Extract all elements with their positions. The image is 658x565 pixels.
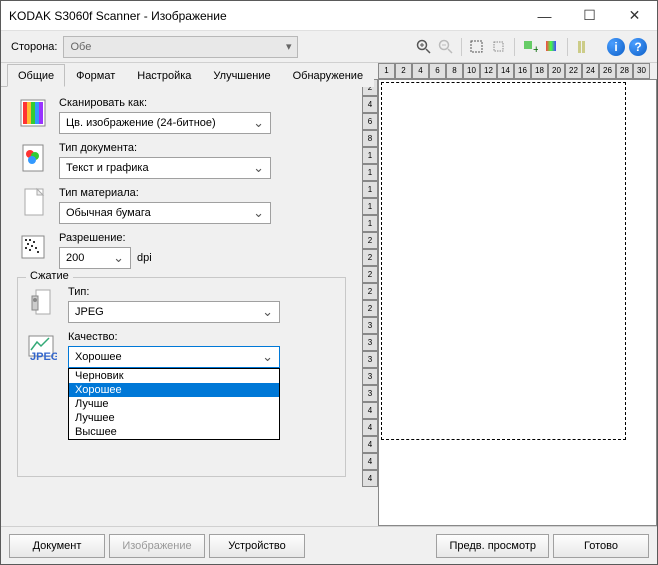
quality-option[interactable]: Лучше <box>69 397 279 411</box>
zoom-in-icon[interactable] <box>414 37 434 57</box>
resolution-select[interactable]: 200 <box>59 247 131 269</box>
quality-label: Качество: <box>68 331 337 343</box>
crop-icon[interactable] <box>489 37 509 57</box>
info-icon[interactable]: i <box>607 38 625 56</box>
tab-bar: Общие Формат Настройка Улучшение Обнаруж… <box>1 63 362 87</box>
compression-type-icon <box>26 286 58 318</box>
zoom-out-icon[interactable] <box>436 37 456 57</box>
done-button[interactable]: Готово <box>553 534 649 558</box>
tab-adjust[interactable]: Настройка <box>126 64 202 87</box>
side-select[interactable]: Обе <box>63 36 298 58</box>
quality-select[interactable]: Хорошее <box>68 346 280 368</box>
document-type-icon <box>17 142 49 174</box>
ruler-horizontal: 124681012141618202224262830 <box>378 63 657 79</box>
compression-group: Сжатие Тип: JPEG JPEG Качество: Хорошее <box>17 277 346 477</box>
quality-option[interactable]: Черновик <box>69 369 279 383</box>
selection-marquee[interactable] <box>381 82 626 440</box>
comp-type-label: Тип: <box>68 286 337 298</box>
tab-format[interactable]: Формат <box>65 64 126 87</box>
window-title: KODAK S3060f Scanner - Изображение <box>9 9 522 23</box>
material-icon <box>17 187 49 219</box>
device-button[interactable]: Устройство <box>209 534 305 558</box>
minimize-button[interactable]: — <box>522 1 567 30</box>
maximize-button[interactable]: ☐ <box>567 1 612 30</box>
tab-general[interactable]: Общие <box>7 64 65 87</box>
color-tool-icon[interactable] <box>542 37 562 57</box>
close-button[interactable]: ✕ <box>612 1 657 30</box>
svg-text:JPEG: JPEG <box>30 351 57 362</box>
help-icon[interactable]: ? <box>629 38 647 56</box>
side-label: Сторона: <box>11 41 57 53</box>
color-mode-icon <box>17 97 49 129</box>
document-button[interactable]: Документ <box>9 534 105 558</box>
compression-title: Сжатие <box>26 270 73 282</box>
footer-bar: Документ Изображение Устройство Предв. п… <box>1 526 657 564</box>
doc-type-label: Тип документа: <box>59 142 346 154</box>
comp-type-select[interactable]: JPEG <box>68 301 280 323</box>
quality-option[interactable]: Высшее <box>69 425 279 439</box>
tab-enhance[interactable]: Улучшение <box>202 64 281 87</box>
image-button: Изображение <box>109 534 205 558</box>
preview-button[interactable]: Предв. просмотр <box>436 534 549 558</box>
svg-text:+: + <box>533 44 538 55</box>
ruler-vertical: 246811111222223333344444 <box>362 79 378 526</box>
material-label: Тип материала: <box>59 187 346 199</box>
tab-detect[interactable]: Обнаружение <box>282 64 374 87</box>
resolution-label: Разрешение: <box>59 232 346 244</box>
resolution-icon <box>17 232 49 264</box>
settings-tool-icon[interactable] <box>573 37 593 57</box>
preview-area[interactable] <box>378 79 657 526</box>
doc-type-select[interactable]: Текст и графика <box>59 157 271 179</box>
selection-icon[interactable] <box>467 37 487 57</box>
dpi-label: dpi <box>137 252 152 264</box>
scan-as-label: Сканировать как: <box>59 97 346 109</box>
scan-as-select[interactable]: Цв. изображение (24-битное) <box>59 112 271 134</box>
jpeg-quality-icon: JPEG <box>26 331 58 363</box>
quality-dropdown: Черновик Хорошее Лучше Лучшее Высшее <box>68 368 280 440</box>
top-toolbar: Сторона: Обе + i ? <box>1 31 657 63</box>
titlebar: KODAK S3060f Scanner - Изображение — ☐ ✕ <box>1 1 657 31</box>
add-region-icon[interactable]: + <box>520 37 540 57</box>
material-select[interactable]: Обычная бумага <box>59 202 271 224</box>
quality-option[interactable]: Лучшее <box>69 411 279 425</box>
quality-option[interactable]: Хорошее <box>69 383 279 397</box>
